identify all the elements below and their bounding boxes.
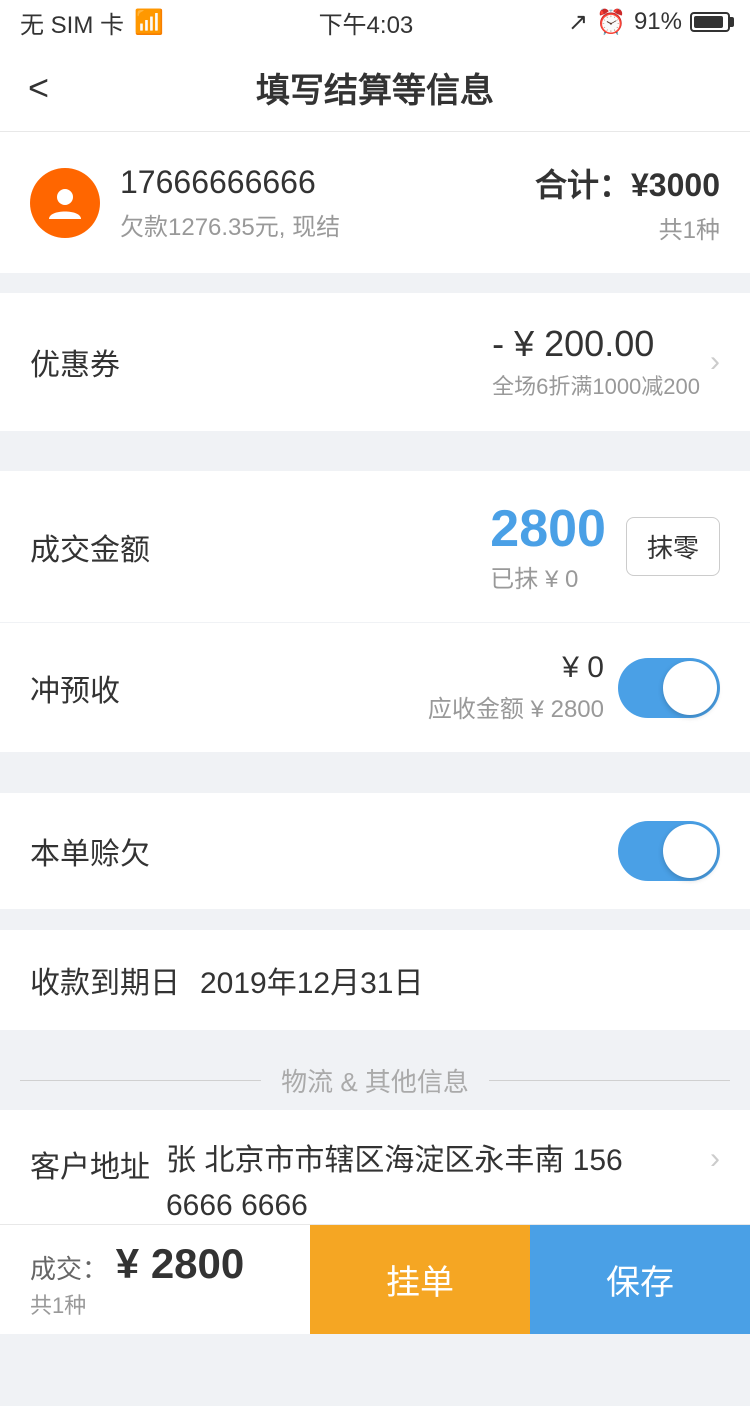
- address-arrow-icon: ›: [710, 1142, 720, 1176]
- wifi-icon: 📶: [134, 8, 164, 37]
- customer-info: 17666666666 欠款1276.35元, 现结: [120, 164, 340, 242]
- customer-phone: 17666666666: [120, 164, 340, 201]
- total-amount: 合计：¥3000: [535, 160, 720, 206]
- bottom-summary: 成交： ¥ 2800 共1种: [0, 1225, 310, 1334]
- logistics-divider: 物流 & 其他信息: [0, 1050, 750, 1110]
- sim-text: 无 SIM 卡: [20, 5, 124, 40]
- back-button[interactable]: <: [28, 67, 49, 109]
- summary-label: 成交：: [30, 1254, 108, 1284]
- customer-debt: 欠款1276.35元, 现结: [120, 207, 340, 242]
- prepay-receivable: 应收金额 ¥ 2800: [428, 689, 604, 724]
- prepay-amount: ¥ 0: [428, 651, 604, 685]
- deal-amount: 2800: [490, 499, 606, 559]
- debt-toggle[interactable]: [618, 821, 720, 881]
- toggle-knob: [663, 661, 717, 715]
- prepay-amounts: ¥ 0 应收金额 ¥ 2800: [428, 651, 604, 724]
- hold-button[interactable]: 挂单: [310, 1225, 530, 1334]
- nav-bar: < 填写结算等信息: [0, 44, 750, 132]
- coupon-desc: 全场6折满1000减200: [492, 369, 700, 401]
- deal-value-area: 2800 已抹 ¥ 0 抹零: [490, 499, 720, 594]
- save-button[interactable]: 保存: [530, 1225, 750, 1334]
- deal-label: 成交金额: [30, 525, 150, 569]
- section-divider-1: [0, 451, 750, 471]
- summary-amount: ¥ 2800: [116, 1240, 244, 1287]
- location-icon: ↗: [568, 8, 588, 37]
- coupon-right: - ¥ 200.00 全场6折满1000减200 ›: [492, 323, 720, 401]
- status-time: 下午4:03: [319, 5, 414, 40]
- customer-left: 17666666666 欠款1276.35元, 现结: [30, 164, 340, 242]
- debt-toggle-knob: [663, 824, 717, 878]
- coupon-label: 优惠券: [30, 340, 120, 384]
- coupon-row[interactable]: 优惠券 - ¥ 200.00 全场6折满1000减200 ›: [0, 293, 750, 431]
- deal-section: 成交金额 2800 已抹 ¥ 0 抹零 冲预收 ¥ 0 应收金额 ¥ 2800: [0, 471, 750, 753]
- debt-row: 本单赊欠: [0, 793, 750, 910]
- prepay-right: ¥ 0 应收金额 ¥ 2800: [428, 651, 720, 724]
- address-content: 张 北京市市辖区海淀区永丰南 156 6666 6666: [150, 1138, 710, 1228]
- duedate-value: 2019年12月31日: [200, 958, 423, 1002]
- coupon-arrow-icon: ›: [710, 345, 720, 379]
- customer-right: 合计：¥3000 共1种: [535, 160, 720, 245]
- debt-label: 本单赊欠: [30, 829, 150, 873]
- address-label: 客户地址: [30, 1142, 150, 1186]
- battery-icon: [690, 12, 730, 32]
- deal-subtext: 已抹 ¥ 0: [490, 559, 606, 594]
- prepay-toggle[interactable]: [618, 658, 720, 718]
- debt-section: 本单赊欠: [0, 793, 750, 910]
- status-left: 无 SIM 卡 📶: [20, 5, 164, 40]
- status-bar: 无 SIM 卡 📶 下午4:03 ↗ ⏰ 91%: [0, 0, 750, 44]
- prepay-row: 冲预收 ¥ 0 应收金额 ¥ 2800: [0, 623, 750, 753]
- alarm-icon: ⏰: [596, 8, 626, 37]
- page-title: 填写结算等信息: [256, 63, 494, 112]
- coupon-amount: - ¥ 200.00: [492, 323, 700, 365]
- section-divider-2: [0, 773, 750, 793]
- customer-card: 17666666666 欠款1276.35元, 现结 合计：¥3000 共1种: [0, 132, 750, 273]
- logistics-divider-text: 物流 & 其他信息: [281, 1062, 469, 1099]
- avatar: [30, 168, 100, 238]
- prepay-label: 冲预收: [30, 666, 120, 710]
- bottom-bar: 成交： ¥ 2800 共1种 挂单 保存: [0, 1224, 750, 1334]
- duedate-label: 收款到期日: [30, 958, 180, 1002]
- deal-row: 成交金额 2800 已抹 ¥ 0 抹零: [0, 471, 750, 623]
- total-count: 共1种: [535, 210, 720, 245]
- content: 17666666666 欠款1276.35元, 现结 合计：¥3000 共1种 …: [0, 132, 750, 1406]
- duedate-row: 收款到期日 2019年12月31日: [0, 930, 750, 1030]
- battery-percent: 91%: [634, 8, 682, 36]
- round-zero-button[interactable]: 抹零: [626, 517, 720, 576]
- summary-count: 共1种: [30, 1288, 280, 1320]
- status-right: ↗ ⏰ 91%: [568, 8, 730, 37]
